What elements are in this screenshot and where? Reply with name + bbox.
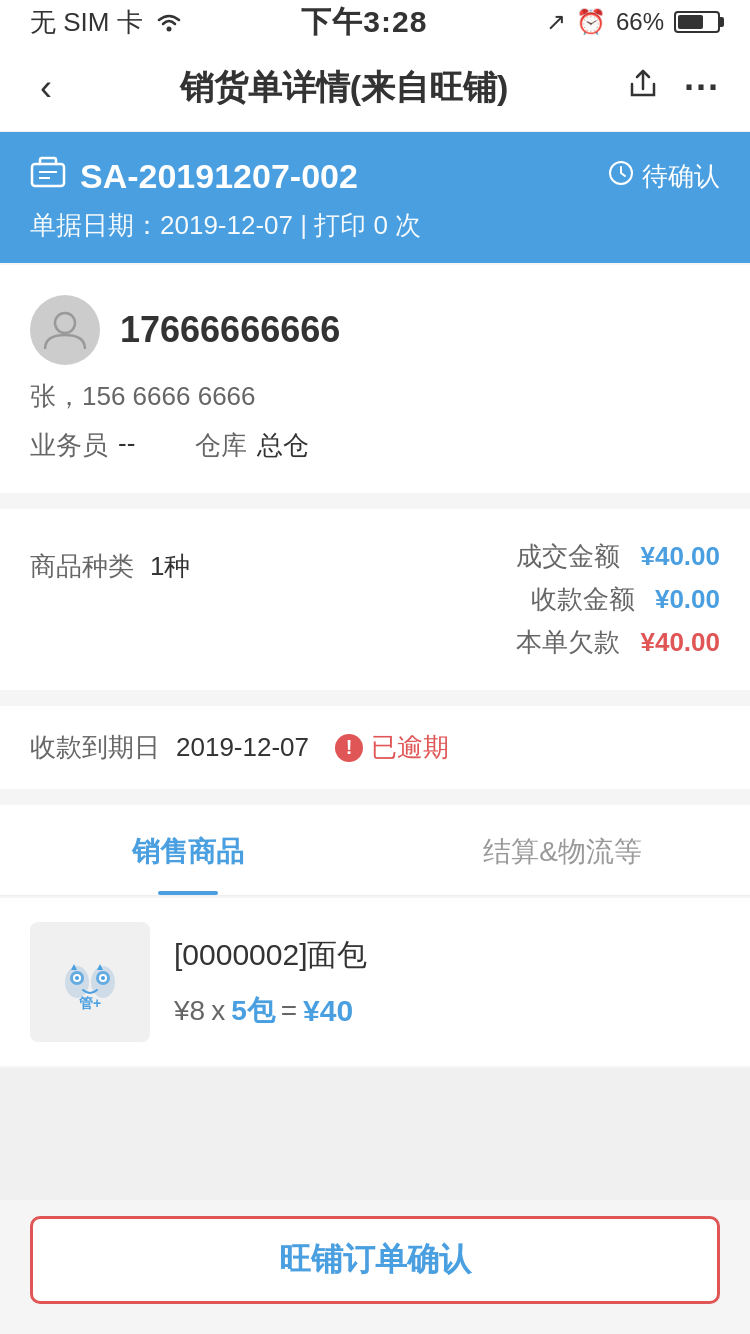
bottom-bar: 旺铺订单确认 — [0, 1200, 750, 1334]
date-value: 2019-12-07 — [160, 210, 293, 240]
product-name: [0000002]面包 — [174, 935, 720, 976]
salesman-label: 业务员 — [30, 428, 108, 463]
tabs: 销售商品 结算&物流等 — [0, 805, 750, 896]
carrier-label: 无 SIM 卡 — [30, 5, 143, 40]
nav-bar: ‹ 销货单详情(来自旺铺) ··· — [0, 44, 750, 132]
order-date: 单据日期：2019-12-07 | 打印 0 次 — [30, 208, 720, 243]
due-date-label: 收款到期日 — [30, 730, 160, 765]
tab-settlement[interactable]: 结算&物流等 — [375, 805, 750, 895]
salesman-value: -- — [118, 428, 135, 463]
owed-row: 本单欠款 ¥40.00 — [516, 625, 720, 660]
nav-title: 销货单详情(来自旺铺) — [180, 65, 509, 111]
transaction-value: ¥40.00 — [640, 541, 720, 572]
status-bar-right: ↗ ⏰ 66% — [546, 8, 720, 36]
date-label: 单据日期： — [30, 210, 160, 240]
salesman-item: 业务员 -- — [30, 428, 135, 463]
product-thumbnail: 管+ — [30, 922, 150, 1042]
svg-point-12 — [75, 976, 79, 980]
svg-point-0 — [166, 27, 171, 32]
svg-text:管+: 管+ — [79, 995, 101, 1011]
battery-fill — [678, 15, 703, 29]
customer-name: 张，156 6666 6666 — [30, 379, 720, 414]
svg-point-13 — [101, 976, 105, 980]
warehouse-value: 总仓 — [257, 428, 309, 463]
order-id-text: SA-20191207-002 — [80, 157, 358, 196]
svg-point-5 — [55, 313, 75, 333]
location-icon: ↗ — [546, 8, 566, 36]
battery-percent: 66% — [616, 8, 664, 36]
more-button[interactable]: ··· — [684, 67, 720, 109]
owed-value: ¥40.00 — [640, 627, 720, 658]
order-icon — [30, 156, 66, 196]
status-bar-left: 无 SIM 卡 — [30, 5, 183, 40]
warehouse-item: 仓库 总仓 — [195, 428, 309, 463]
multiply-sign: x — [211, 995, 225, 1027]
clock-icon — [608, 160, 634, 193]
wifi-icon — [155, 12, 183, 32]
customer-avatar — [30, 295, 100, 365]
due-date-card: 收款到期日 2019-12-07 ! 已逾期 — [0, 706, 750, 789]
confirm-order-button[interactable]: 旺铺订单确认 — [30, 1216, 720, 1304]
customer-row: 17666666666 — [30, 295, 720, 365]
overdue-icon: ! — [335, 734, 363, 762]
due-date-value: 2019-12-07 — [176, 732, 309, 763]
svg-rect-1 — [32, 164, 64, 186]
nav-actions: ··· — [626, 67, 720, 109]
overdue-text: 已逾期 — [371, 730, 449, 765]
product-types: 商品种类 1种 — [30, 539, 190, 584]
received-row: 收款金额 ¥0.00 — [531, 582, 720, 617]
share-button[interactable] — [626, 67, 660, 109]
status-bar-time: 下午3:28 — [301, 2, 427, 43]
product-qty: 5包 — [231, 992, 275, 1030]
table-row: 管+ [0000002]面包 ¥8 x 5包 = ¥40 — [0, 898, 750, 1066]
summary-left: 商品种类 1种 — [30, 539, 190, 584]
status-bar: 无 SIM 卡 下午3:28 ↗ ⏰ 66% — [0, 0, 750, 44]
customer-phone: 17666666666 — [120, 309, 340, 351]
battery-bar — [674, 11, 720, 33]
owed-label: 本单欠款 — [516, 625, 620, 660]
equals-sign: = — [281, 995, 297, 1027]
product-types-label: 商品种类 — [30, 549, 134, 584]
order-status: 待确认 — [608, 159, 720, 194]
overdue-badge: ! 已逾期 — [335, 730, 449, 765]
order-status-text: 待确认 — [642, 159, 720, 194]
transaction-row: 成交金额 ¥40.00 — [516, 539, 720, 574]
order-header: SA-20191207-002 待确认 单据日期：2019-12-07 | 打印… — [0, 132, 750, 263]
order-id: SA-20191207-002 — [30, 156, 358, 196]
product-price-row: ¥8 x 5包 = ¥40 — [174, 992, 720, 1030]
summary-card: 商品种类 1种 成交金额 ¥40.00 收款金额 ¥0.00 本单欠款 ¥40.… — [0, 509, 750, 690]
product-info: [0000002]面包 ¥8 x 5包 = ¥40 — [174, 935, 720, 1030]
product-types-value: 1种 — [150, 549, 190, 584]
order-id-row: SA-20191207-002 待确认 — [30, 156, 720, 196]
back-button[interactable]: ‹ — [30, 57, 62, 119]
product-price: ¥8 — [174, 995, 205, 1027]
warehouse-label: 仓库 — [195, 428, 247, 463]
product-total: ¥40 — [303, 994, 353, 1028]
print-info: 打印 0 次 — [314, 210, 421, 240]
product-list: 管+ [0000002]面包 ¥8 x 5包 = ¥40 — [0, 898, 750, 1066]
received-value: ¥0.00 — [655, 584, 720, 615]
tab-sales-products[interactable]: 销售商品 — [0, 805, 375, 895]
received-label: 收款金额 — [531, 582, 635, 617]
customer-meta: 业务员 -- 仓库 总仓 — [30, 428, 720, 463]
transaction-label: 成交金额 — [516, 539, 620, 574]
customer-card: 17666666666 张，156 6666 6666 业务员 -- 仓库 总仓 — [0, 265, 750, 493]
summary-right: 成交金额 ¥40.00 收款金额 ¥0.00 本单欠款 ¥40.00 — [516, 539, 720, 660]
alarm-icon: ⏰ — [576, 8, 606, 36]
